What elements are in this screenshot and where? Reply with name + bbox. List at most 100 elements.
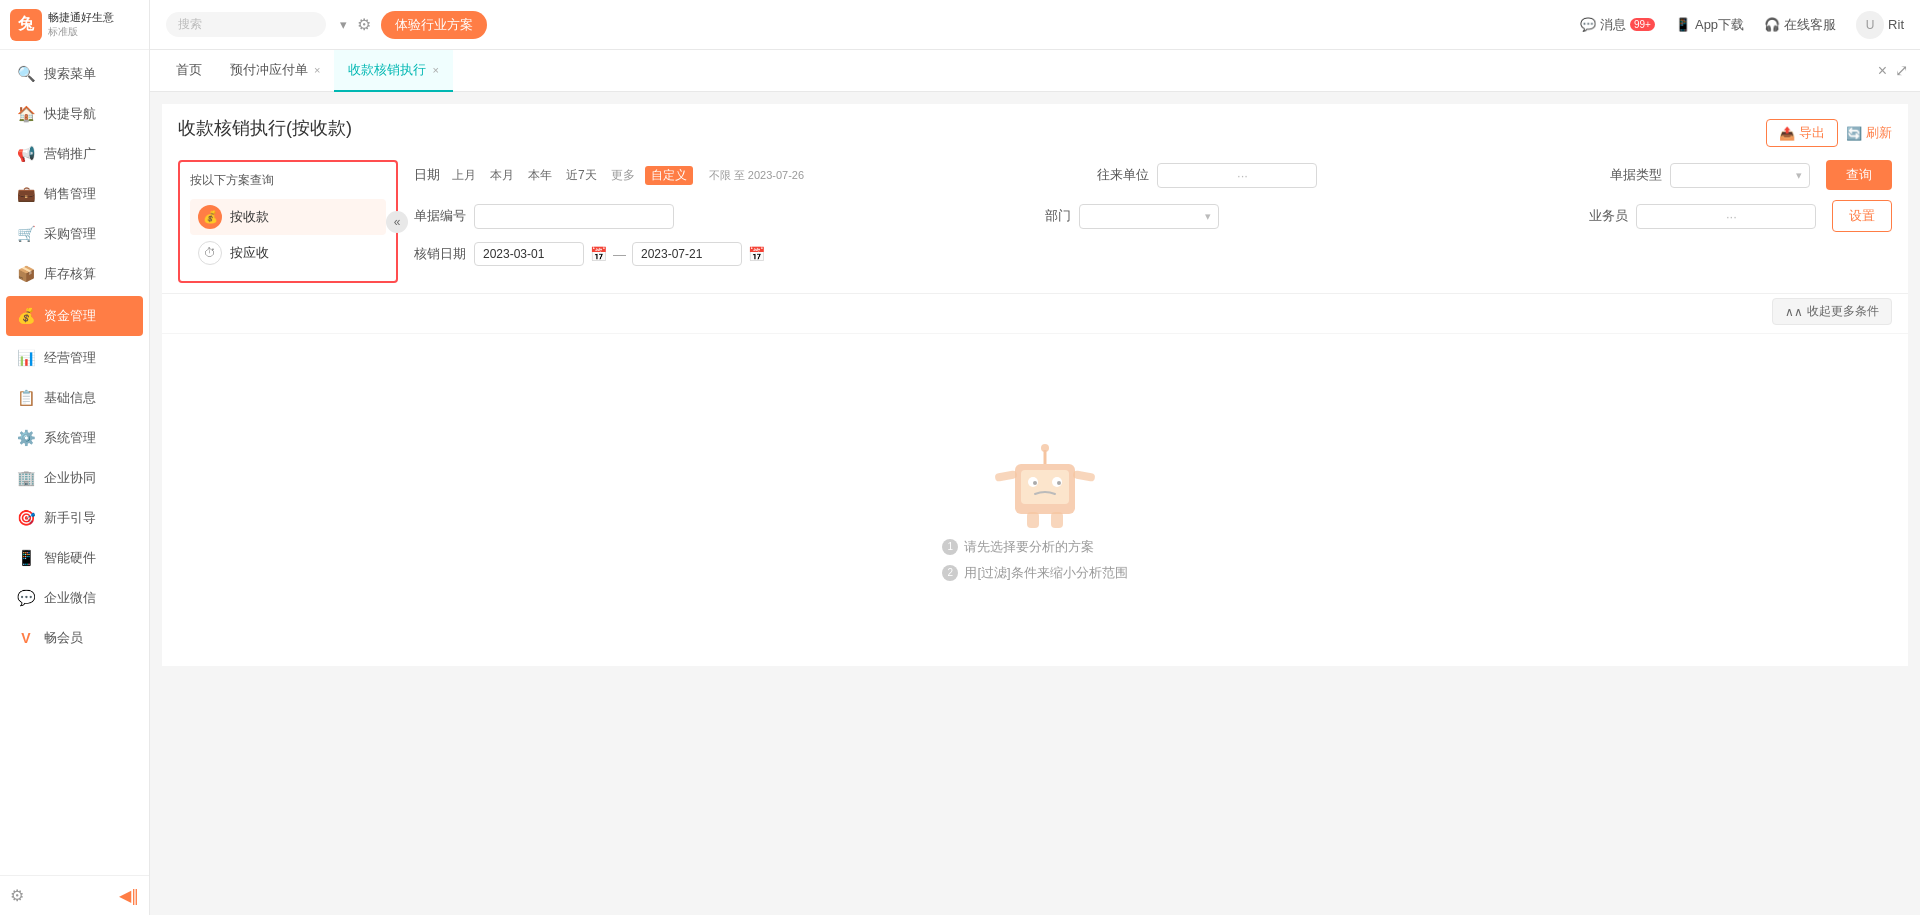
voucher-no-input[interactable] [474,204,674,229]
offset-date-from-input[interactable] [474,242,584,266]
sidebar-item-purchase-label: 采购管理 [44,225,96,243]
sidebar-item-basic-info[interactable]: 📋 基础信息 [0,378,149,418]
svg-point-4 [1033,481,1037,485]
tab-receipt-close-icon[interactable]: × [432,64,438,76]
sidebar-item-purchase[interactable]: 🛒 采购管理 [0,214,149,254]
tab-prepay-offset[interactable]: 预付冲应付单 × [216,50,334,92]
date-opt-last-month[interactable]: 上月 [448,166,480,185]
tab-prepay-offset-label: 预付冲应付单 [230,61,308,79]
svg-rect-1 [1021,470,1069,504]
settings-gear-icon[interactable]: ⚙ [10,886,24,905]
sidebar-item-finance[interactable]: 💰 资金管理 [6,296,143,336]
user-profile[interactable]: U Rit [1856,11,1904,39]
offset-date-range: 📅 — 📅 [474,242,765,266]
sidebar-item-inventory-label: 库存核算 [44,265,96,283]
staff-input[interactable]: ··· [1636,204,1816,229]
collapse-more-label: 收起更多条件 [1807,303,1879,320]
sidebar-item-hardware-label: 智能硬件 [44,549,96,567]
header-search-box[interactable]: 搜索 [166,12,326,37]
export-button[interactable]: 📤 导出 [1766,119,1838,147]
staff-ellipsis-icon[interactable]: ··· [1726,209,1807,224]
sidebar-collapse-icon[interactable]: ◀‖ [119,886,139,905]
receipt-option-label: 按收款 [230,208,269,226]
sidebar-item-inventory[interactable]: 📦 库存核算 [0,254,149,294]
counterpart-input[interactable]: ··· [1157,163,1317,188]
date-opt-this-month[interactable]: 本月 [486,166,518,185]
search-nav-icon: 🔍 [16,64,36,84]
system-nav-icon: ⚙️ [16,428,36,448]
header-dropdown-icon[interactable]: ▾ [340,17,347,32]
voucher-type-select-wrapper: ▾ [1670,163,1810,188]
voucher-type-select[interactable] [1670,163,1810,188]
setting-button[interactable]: 设置 [1832,200,1892,232]
sidebar-item-enterprise[interactable]: 🏢 企业协同 [0,458,149,498]
tip-num-1: 1 [942,539,958,555]
page-actions: 📤 导出 🔄 刷新 [1766,119,1892,147]
main-area: 搜索 ▾ ⚙ 体验行业方案 💬 消息 99+ 📱 App下载 🎧 在线客服 [150,0,1920,915]
query-panel-title: 按以下方案查询 [190,172,386,189]
tab-receipt-offset-label: 收款核销执行 [348,61,426,79]
sidebar-item-search[interactable]: 🔍 搜索菜单 [0,54,149,94]
panel-collapse-button[interactable]: « [386,211,408,233]
offset-date-to-input[interactable] [632,242,742,266]
sidebar-item-wechat[interactable]: 💬 企业微信 [0,578,149,618]
filter-row-3: 核销日期 📅 — 📅 [414,242,1892,266]
sidebar-item-vip-label: 畅会员 [44,629,83,647]
logo-icon: 兔 [10,9,42,41]
marketing-nav-icon: 📢 [16,144,36,164]
receivable-option-icon: ⏱ [198,241,222,265]
app-download-action[interactable]: 📱 App下载 [1675,16,1744,34]
sidebar-item-hardware[interactable]: 📱 智能硬件 [0,538,149,578]
refresh-button[interactable]: 🔄 刷新 [1846,124,1892,142]
filter-fields: 日期 上月 本月 本年 近7天 更多 自定义 [414,160,1892,283]
voucher-no-filter-field: 单据编号 [414,204,674,229]
header-gear-icon[interactable]: ⚙ [357,15,371,34]
svg-rect-9 [1051,512,1063,528]
sidebar-item-system[interactable]: ⚙️ 系统管理 [0,418,149,458]
counterpart-label: 往来单位 [1097,166,1149,184]
sidebar-item-operation[interactable]: 📊 经营管理 [0,338,149,378]
inventory-nav-icon: 📦 [16,264,36,284]
date-opt-7days[interactable]: 近7天 [562,166,601,185]
sidebar-item-vip[interactable]: V 畅会员 [0,618,149,658]
date-opt-this-year[interactable]: 本年 [524,166,556,185]
voucher-type-label: 单据类型 [1610,166,1662,184]
user-name: Rit [1888,17,1904,32]
query-option-by-receivable[interactable]: ⏱ 按应收 [190,235,386,271]
window-expand-icon[interactable]: ⤢ [1895,61,1908,80]
counterpart-ellipsis-icon[interactable]: ··· [1237,168,1308,183]
sidebar-logo: 兔 畅捷通好生意 标准版 [0,0,149,50]
finance-nav-icon: 💰 [16,306,36,326]
tab-prepay-close-icon[interactable]: × [314,64,320,76]
offset-date-to-calendar-icon[interactable]: 📅 [748,246,765,262]
sidebar-item-marketing[interactable]: 📢 营销推广 [0,134,149,174]
sidebar-item-sales[interactable]: 💼 销售管理 [0,174,149,214]
tab-receipt-offset[interactable]: 收款核销执行 × [334,50,452,92]
sidebar-item-guide[interactable]: 🎯 新手引导 [0,498,149,538]
date-opt-custom[interactable]: 自定义 [645,166,693,185]
online-service-action[interactable]: 🎧 在线客服 [1764,16,1836,34]
refresh-label: 刷新 [1866,124,1892,142]
dept-select[interactable] [1079,204,1219,229]
window-close-icon[interactable]: × [1878,62,1887,80]
tip-text-1: 请先选择要分析的方案 [964,534,1094,560]
date-filter-field: 日期 上月 本月 本年 近7天 更多 自定义 [414,166,693,185]
query-option-by-receipt[interactable]: 💰 按收款 [190,199,386,235]
offset-date-from-calendar-icon[interactable]: 📅 [590,246,607,262]
industry-btn[interactable]: 体验行业方案 [381,11,487,39]
top-header: 搜索 ▾ ⚙ 体验行业方案 💬 消息 99+ 📱 App下载 🎧 在线客服 [150,0,1920,50]
tip-num-2: 2 [942,565,958,581]
tabs-actions: × ⤢ [1878,61,1908,80]
sidebar-nav: 🔍 搜索菜单 🏠 快捷导航 📢 营销推广 💼 销售管理 🛒 采购管理 📦 库存核… [0,50,149,875]
sidebar-item-quick-nav[interactable]: 🏠 快捷导航 [0,94,149,134]
date-opt-more[interactable]: 更多 [607,166,639,185]
query-button[interactable]: 查询 [1826,160,1892,190]
collapse-more-button[interactable]: ∧∧ 收起更多条件 [1772,298,1892,325]
sidebar-item-wechat-label: 企业微信 [44,589,96,607]
message-badge: 99+ [1630,18,1655,31]
message-action[interactable]: 💬 消息 99+ [1580,16,1655,34]
refresh-icon: 🔄 [1846,126,1862,141]
tab-home[interactable]: 首页 [162,50,216,92]
page-content: 收款核销执行(按收款) 📤 导出 🔄 刷新 按以下方案查询 💰 [150,92,1920,915]
page-title-bar: 收款核销执行(按收款) 📤 导出 🔄 刷新 [162,104,1908,150]
